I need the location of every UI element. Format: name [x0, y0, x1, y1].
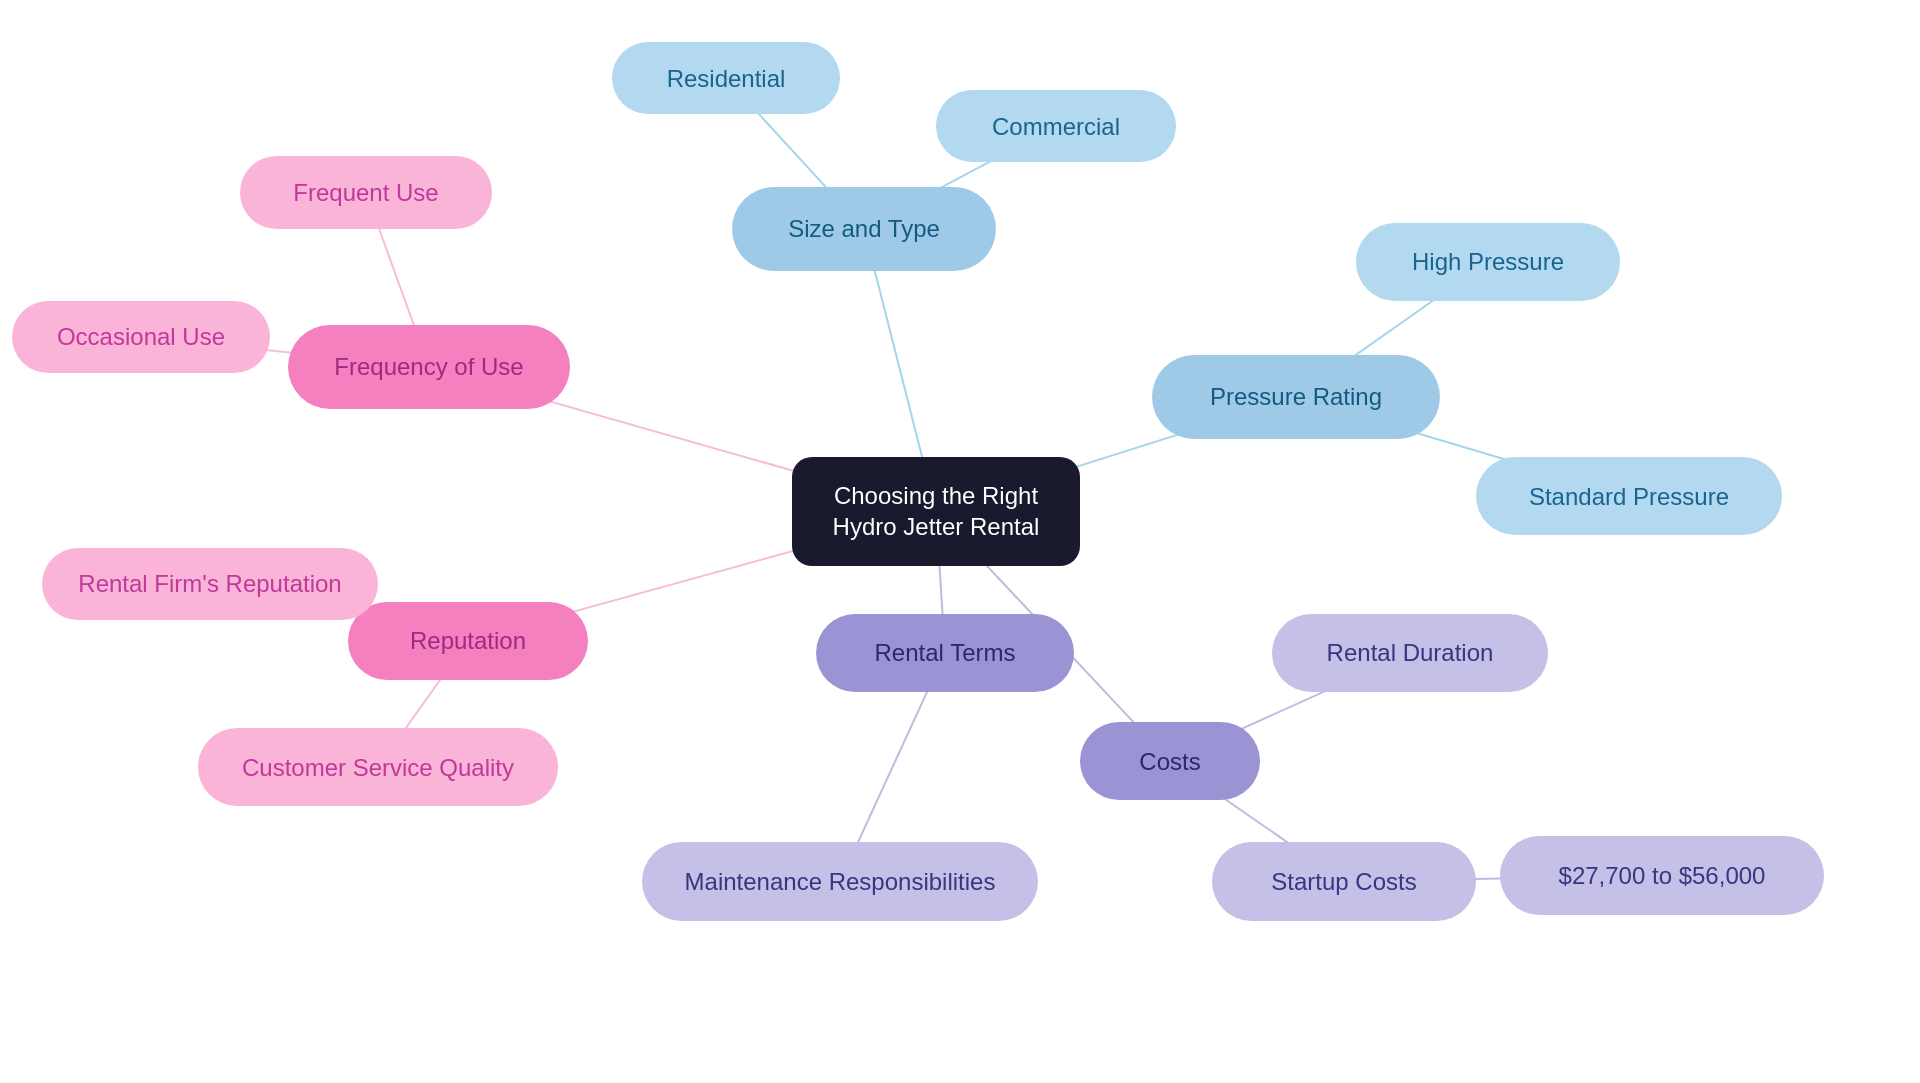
node-occasional-use: Occasional Use [12, 301, 270, 373]
node-high-pressure: High Pressure [1356, 223, 1620, 301]
node-standard-pressure: Standard Pressure [1476, 457, 1782, 535]
node-rental-duration: Rental Duration [1272, 614, 1548, 692]
node-price-range: $27,700 to $56,000 [1500, 836, 1824, 914]
node-rental-firms-rep: Rental Firm's Reputation [42, 548, 378, 620]
node-rental-terms: Rental Terms [816, 614, 1074, 692]
node-center: Choosing the Right Hydro Jetter Rental [792, 457, 1080, 565]
node-size-type: Size and Type [732, 187, 996, 271]
node-reputation: Reputation [348, 602, 588, 680]
node-costs: Costs [1080, 722, 1260, 800]
node-frequent-use: Frequent Use [240, 156, 492, 228]
node-frequency: Frequency of Use [288, 325, 570, 409]
node-residential: Residential [612, 42, 840, 114]
node-customer-service: Customer Service Quality [198, 728, 558, 806]
node-pressure-rating: Pressure Rating [1152, 355, 1440, 439]
node-maintenance: Maintenance Responsibilities [642, 842, 1038, 920]
mind-map-container: Choosing the Right Hydro Jetter Rental Si… [0, 0, 1920, 1083]
node-commercial: Commercial [936, 90, 1176, 162]
node-startup-costs: Startup Costs [1212, 842, 1476, 920]
